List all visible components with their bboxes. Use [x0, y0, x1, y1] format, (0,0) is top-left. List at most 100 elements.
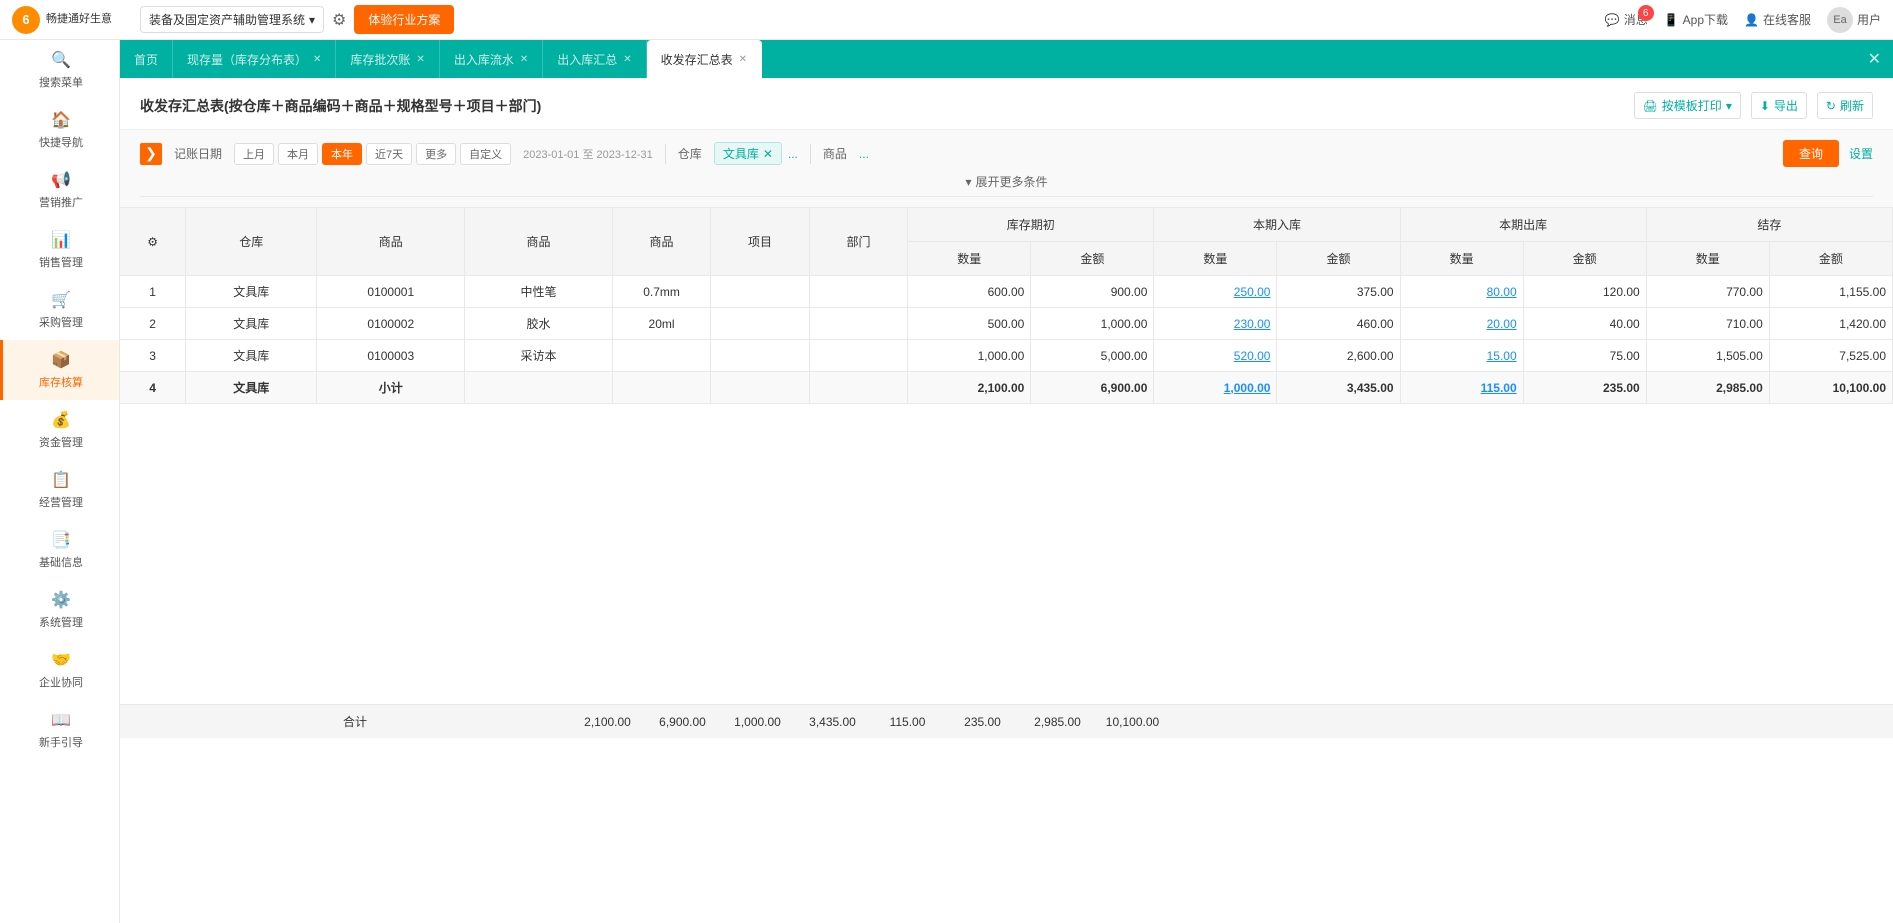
app-label: App下载 [1683, 11, 1728, 28]
app-download-item[interactable]: 📱 App下载 [1664, 11, 1728, 28]
filter-separator-2 [810, 144, 811, 164]
total-in-amt: 3,435.00 [795, 715, 870, 729]
warehouse-tag-close[interactable]: ✕ [763, 147, 773, 161]
expand-conditions-button[interactable]: ▾ 展开更多条件 [965, 173, 1047, 190]
row2-bal-amt: 1,420.00 [1769, 308, 1892, 340]
row1-code: 0100001 [317, 276, 465, 308]
warehouse-tag[interactable]: 文具库 ✕ [714, 142, 782, 165]
expand-row: ▾ 展开更多条件 [140, 167, 1873, 197]
date-btn-last-month[interactable]: 上月 [234, 143, 274, 165]
date-btn-this-year[interactable]: 本年 [322, 143, 362, 165]
tab-inout-summary-close[interactable]: ✕ [623, 54, 631, 65]
row3-out-qty[interactable]: 15.00 [1400, 340, 1523, 372]
query-button[interactable]: 查询 [1783, 140, 1839, 167]
tab-home[interactable]: 首页 [120, 40, 173, 78]
sidebar-label-finance: 资金管理 [39, 434, 83, 450]
date-btn-this-month[interactable]: 本月 [278, 143, 318, 165]
tab-inout-flow-close[interactable]: ✕ [520, 54, 528, 65]
print-button[interactable]: 🖨 按模板打印 ▾ [1634, 92, 1741, 119]
subtotal-in-qty[interactable]: 1,000.00 [1154, 372, 1277, 404]
user-item[interactable]: Ea 用户 [1827, 7, 1881, 33]
tab-inout-flow-label: 出入库流水 [454, 51, 514, 68]
top-bar-left: 6 畅捷通好生意 装备及固定资产辅助管理系统 ▾ ⚙ 体验行业方案 [12, 5, 454, 34]
goods-more[interactable]: ... [859, 147, 869, 161]
warehouse-filter: 文具库 ✕ ... [714, 142, 798, 165]
sidebar-item-operations[interactable]: 📋 经营管理 [0, 460, 119, 520]
row2-spec: 20ml [612, 308, 710, 340]
row2-out-qty[interactable]: 20.00 [1400, 308, 1523, 340]
row1-out-qty[interactable]: 80.00 [1400, 276, 1523, 308]
tab-batch-close[interactable]: ✕ [416, 54, 424, 65]
refresh-button[interactable]: ↻ 刷新 [1817, 92, 1873, 119]
date-btn-custom[interactable]: 自定义 [460, 143, 511, 165]
tab-receive-send-summary[interactable]: 收发存汇总表 ✕ [647, 40, 762, 78]
row1-in-qty[interactable]: 250.00 [1154, 276, 1277, 308]
row3-warehouse: 文具库 [186, 340, 317, 372]
sidebar-label-guide: 新手引导 [39, 734, 83, 750]
date-btn-7days[interactable]: 近7天 [366, 143, 412, 165]
export-icon: ⬇ [1760, 99, 1770, 113]
settings-gear-icon[interactable]: ⚙ [332, 10, 346, 30]
row3-open-amt: 5,000.00 [1031, 340, 1154, 372]
row2-in-qty[interactable]: 230.00 [1154, 308, 1277, 340]
sidebar-item-purchase[interactable]: 🛒 采购管理 [0, 280, 119, 340]
sidebar-item-search[interactable]: 🔍 搜索菜单 [0, 40, 119, 100]
experience-button[interactable]: 体验行业方案 [354, 5, 454, 34]
tab-stock-dist-close[interactable]: ✕ [313, 54, 321, 65]
th-in-qty: 数量 [1154, 242, 1277, 276]
row1-dept [809, 276, 907, 308]
th-out-group: 本期出库 [1400, 208, 1646, 242]
th-out-amt: 金额 [1523, 242, 1646, 276]
sidebar-label-quick-nav: 快捷导航 [39, 134, 83, 150]
row2-in-amt: 460.00 [1277, 308, 1400, 340]
row2-bal-qty: 710.00 [1646, 308, 1769, 340]
row2-warehouse: 文具库 [186, 308, 317, 340]
th-spec: 商品 [612, 208, 710, 276]
online-service-item[interactable]: 👤 在线客服 [1744, 11, 1811, 28]
sidebar-label-sales: 销售管理 [39, 254, 83, 270]
tab-inout-flow[interactable]: 出入库流水 ✕ [440, 40, 543, 78]
message-item[interactable]: 💬 消息 6 [1605, 11, 1648, 28]
warehouse-more[interactable]: ... [788, 147, 798, 161]
subtotal-warehouse: 文具库 [186, 372, 317, 404]
date-btn-more[interactable]: 更多 [416, 143, 456, 165]
row3-in-qty[interactable]: 520.00 [1154, 340, 1277, 372]
sidebar-item-corp-collab[interactable]: 🤝 企业协同 [0, 640, 119, 700]
system-title: 装备及固定资产辅助管理系统 [149, 11, 305, 28]
sidebar-item-guide[interactable]: 📖 新手引导 [0, 700, 119, 760]
subtotal-num: 4 [120, 372, 186, 404]
date-range-text: 2023-01-01 至 2023-12-31 [523, 146, 653, 162]
settings-link[interactable]: 设置 [1849, 145, 1873, 162]
total-open-qty: 2,100.00 [570, 715, 645, 729]
column-settings-icon[interactable]: ⚙ [147, 235, 158, 249]
sidebar-item-system[interactable]: ⚙️ 系统管理 [0, 580, 119, 640]
content-area: 首页 现存量（库存分布表） ✕ 库存批次账 ✕ 出入库流水 ✕ 出入库汇总 ✕ … [120, 40, 1893, 923]
system-selector[interactable]: 装备及固定资产辅助管理系统 ▾ [140, 6, 324, 33]
row1-out-amt: 120.00 [1523, 276, 1646, 308]
filter-expand-icon[interactable]: ❯ [140, 143, 162, 165]
selector-arrow-icon: ▾ [309, 13, 315, 27]
th-code: 商品 [317, 208, 465, 276]
filter-bar: ❯ 记账日期 上月 本月 本年 近7天 更多 自定义 2023-01-01 至 … [120, 130, 1893, 208]
inventory-icon: 📦 [51, 350, 71, 370]
sidebar-item-basic-info[interactable]: 📑 基础信息 [0, 520, 119, 580]
tab-bar-close-button[interactable]: ✕ [1856, 40, 1893, 78]
total-out-amt: 235.00 [945, 715, 1020, 729]
row1-spec: 0.7mm [612, 276, 710, 308]
tab-inout-summary[interactable]: 出入库汇总 ✕ [543, 40, 646, 78]
tab-batch[interactable]: 库存批次账 ✕ [336, 40, 439, 78]
export-button[interactable]: ⬇ 导出 [1751, 92, 1807, 119]
tab-stock-dist[interactable]: 现存量（库存分布表） ✕ [173, 40, 336, 78]
subtotal-bal-qty: 2,985.00 [1646, 372, 1769, 404]
sidebar-item-inventory[interactable]: 📦 库存核算 [0, 340, 119, 400]
th-dept: 部门 [809, 208, 907, 276]
th-open-qty: 数量 [908, 242, 1031, 276]
subtotal-out-qty[interactable]: 115.00 [1400, 372, 1523, 404]
home-icon: 🏠 [51, 110, 71, 130]
sidebar-item-finance[interactable]: 💰 资金管理 [0, 400, 119, 460]
sidebar-item-quick-nav[interactable]: 🏠 快捷导航 [0, 100, 119, 160]
sidebar-item-marketing[interactable]: 📢 营销推广 [0, 160, 119, 220]
sidebar-item-sales[interactable]: 📊 销售管理 [0, 220, 119, 280]
user-label: 用户 [1857, 11, 1881, 28]
tab-receive-send-close[interactable]: ✕ [739, 54, 747, 65]
